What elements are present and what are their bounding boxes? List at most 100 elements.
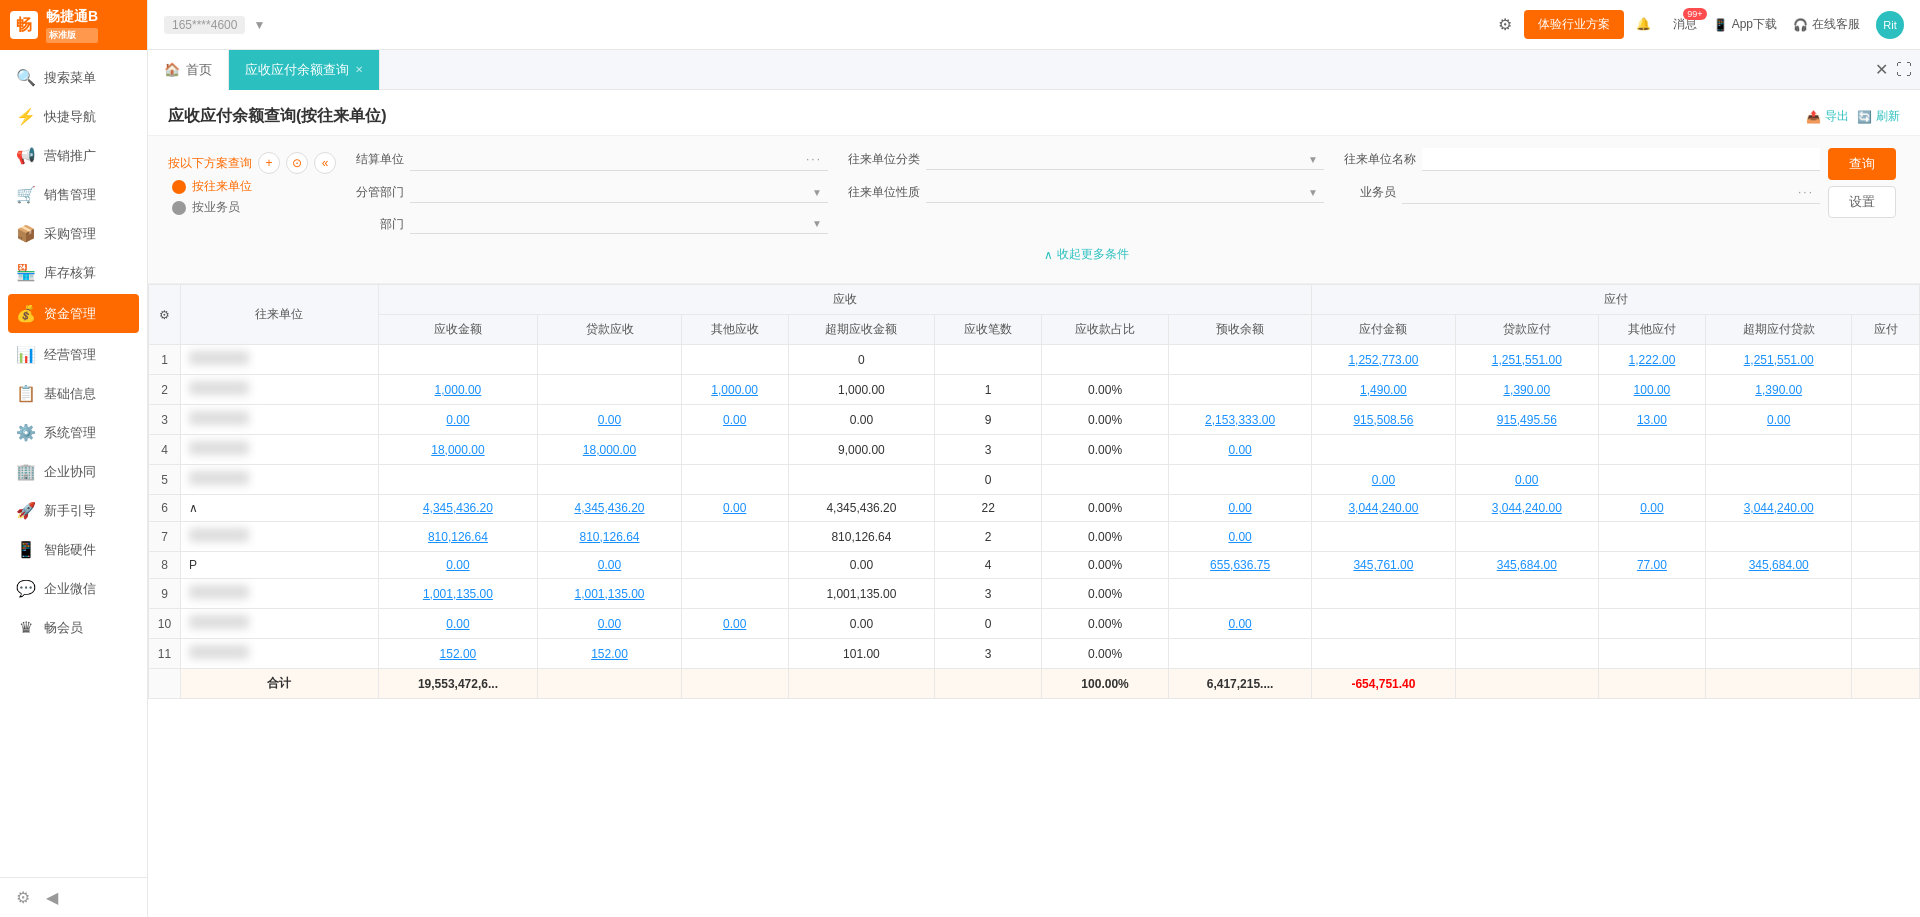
input-jiesuan[interactable]: ··· <box>410 148 828 171</box>
partner-cell: ∧ <box>181 495 379 522</box>
footer-yf-je: -654,751.40 <box>1312 669 1455 699</box>
table-row: 8P0.000.000.0040.00%655,636.75345,761.00… <box>149 552 1920 579</box>
input-bumen[interactable]: ▼ <box>410 214 828 234</box>
avatar[interactable]: Rit <box>1876 11 1904 39</box>
sidebar-item-stock[interactable]: 🏪 库存核算 <box>0 253 147 292</box>
table-row: 100.000.000.000.0000.00%0.00 <box>149 609 1920 639</box>
logo-icon: 畅 <box>10 11 38 39</box>
gear-icon[interactable]: ⚙ <box>1498 15 1512 34</box>
filter-wanglai-name: 往来单位名称 <box>1344 148 1820 171</box>
sidebar-item-collab[interactable]: 🏢 企业协同 <box>0 452 147 491</box>
filter-area: 按以下方案查询 + ⊙ « 按往来单位 按 <box>148 136 1920 284</box>
scheme-option-staff[interactable]: 按业务员 <box>172 199 336 216</box>
sidebar-item-finance[interactable]: 💰 资金管理 <box>8 294 139 333</box>
partner-cell: P <box>181 552 379 579</box>
tab-home[interactable]: 🏠 首页 <box>148 50 229 90</box>
table-settings-icon[interactable]: ⚙ <box>159 308 170 322</box>
collapse-filter-button[interactable]: ∧ 收起更多条件 <box>1044 238 1129 271</box>
input-wanglai-fen[interactable]: ▼ <box>926 150 1324 170</box>
trial-button[interactable]: 体验行业方案 <box>1524 10 1624 39</box>
refresh-icon: 🔄 <box>1857 110 1872 124</box>
top-header: 165****4600 ▼ ⚙ 体验行业方案 🔔 99+ 消息 📱 App下载 … <box>148 0 1920 50</box>
edit-scheme-button[interactable]: ⊙ <box>286 152 308 174</box>
purchase-icon: 📦 <box>16 224 36 243</box>
sidebar-item-guide[interactable]: 🚀 新手引导 <box>0 491 147 530</box>
online-service[interactable]: 🎧 在线客服 <box>1793 16 1860 33</box>
collapse-scheme-button[interactable]: « <box>314 152 336 174</box>
th-cq-yf: 超期应付贷款 <box>1705 315 1852 345</box>
footer-ys-je: 19,553,472,6... <box>378 669 538 699</box>
input-wanglai-xing[interactable]: ▼ <box>926 183 1324 203</box>
collapse-icon[interactable]: ◀ <box>46 888 58 907</box>
filter-wanglai-xing: 往来单位性质 ▼ <box>848 183 1324 203</box>
main-content: 应收应付余额查询(按往来单位) 📤 导出 🔄 刷新 按以下 <box>148 90 1920 917</box>
th-ysyue: 预收余额 <box>1168 315 1311 345</box>
label-bumen: 部门 <box>352 216 404 233</box>
guide-icon: 🚀 <box>16 501 36 520</box>
label-wanglai-xing: 往来单位性质 <box>848 184 920 201</box>
sidebar: 畅 畅捷通B 标准版 🔍 搜索菜单 ⚡ 快捷导航 📢 营销推广 🛒 销售管理 📦… <box>0 0 148 917</box>
partner-cell <box>181 579 379 609</box>
sidebar-item-sales[interactable]: 🛒 销售管理 <box>0 175 147 214</box>
partner-cell <box>181 522 379 552</box>
setting-button[interactable]: 设置 <box>1828 186 1896 218</box>
label-wanglai-fen: 往来单位分类 <box>848 151 920 168</box>
page-container: 应收应付余额查询(按往来单位) 📤 导出 🔄 刷新 按以下 <box>148 90 1920 917</box>
scheme-option-partner[interactable]: 按往来单位 <box>172 178 336 195</box>
sidebar-item-wechat[interactable]: 💬 企业微信 <box>0 569 147 608</box>
sidebar-item-search[interactable]: 🔍 搜索菜单 <box>0 58 147 97</box>
th-ys-zb: 应收款占比 <box>1042 315 1169 345</box>
refresh-button[interactable]: 🔄 刷新 <box>1857 108 1900 125</box>
tab-bar: 🏠 首页 应收应付余额查询 ✕ ✕ ⛶ <box>148 50 1920 90</box>
scheme-dot-inactive <box>172 201 186 215</box>
service-icon: 🎧 <box>1793 18 1808 32</box>
chevron-down-icon[interactable]: ▼ <box>253 18 265 32</box>
wechat-icon: 💬 <box>16 579 36 598</box>
filter-left: 按以下方案查询 + ⊙ « 按往来单位 按 <box>168 148 336 271</box>
label-yewuyuan: 业务员 <box>1344 184 1396 201</box>
query-button[interactable]: 查询 <box>1828 148 1896 180</box>
footer-ysyue: 6,417,215.... <box>1168 669 1311 699</box>
sidebar-item-hardware[interactable]: 📱 智能硬件 <box>0 530 147 569</box>
quick-icon: ⚡ <box>16 107 36 126</box>
hardware-icon: 📱 <box>16 540 36 559</box>
filter-yewuyuan: 业务员 ··· <box>1344 181 1820 204</box>
sidebar-item-basic[interactable]: 📋 基础信息 <box>0 374 147 413</box>
filter-bumen: 部门 ▼ <box>352 214 828 234</box>
sidebar-item-operation[interactable]: 📊 经营管理 <box>0 335 147 374</box>
sidebar-item-member[interactable]: ♛ 畅会员 <box>0 608 147 647</box>
close-window-icon[interactable]: ✕ <box>1875 60 1888 79</box>
table-row: 6∧4,345,436.204,345,436.200.004,345,436.… <box>149 495 1920 522</box>
phone-icon: 📱 <box>1713 18 1728 32</box>
sidebar-item-quick[interactable]: ⚡ 快捷导航 <box>0 97 147 136</box>
tab-receivable[interactable]: 应收应付余额查询 ✕ <box>229 50 380 90</box>
input-yewuyuan[interactable]: ··· <box>1402 181 1820 204</box>
sidebar-item-marketing[interactable]: 📢 营销推广 <box>0 136 147 175</box>
add-scheme-button[interactable]: + <box>258 152 280 174</box>
table-row: 11152.00152.00101.0030.00% <box>149 639 1920 669</box>
input-wanglai-name[interactable] <box>1422 148 1820 171</box>
partner-cell <box>181 435 379 465</box>
sidebar-item-system[interactable]: ⚙️ 系统管理 <box>0 413 147 452</box>
filter-wanglai-fen: 往来单位分类 ▼ <box>848 150 1324 170</box>
settings-icon[interactable]: ⚙ <box>16 888 30 907</box>
th-partner: 往来单位 <box>181 285 379 345</box>
bell-icon: 🔔 <box>1636 17 1651 31</box>
fullscreen-icon[interactable]: ⛶ <box>1896 61 1912 79</box>
tab-close-icon[interactable]: ✕ <box>355 64 363 75</box>
logo-text: 畅捷通B 标准版 <box>46 8 98 43</box>
input-fenguan[interactable]: ▼ <box>410 183 828 203</box>
table-row: 418,000.0018,000.009,000.0030.00%0.00 <box>149 435 1920 465</box>
system-icon: ⚙️ <box>16 423 36 442</box>
export-button[interactable]: 📤 导出 <box>1806 108 1849 125</box>
sales-icon: 🛒 <box>16 185 36 204</box>
stock-icon: 🏪 <box>16 263 36 282</box>
partner-cell <box>181 609 379 639</box>
app-download[interactable]: 📱 App下载 <box>1713 16 1777 33</box>
sidebar-item-purchase[interactable]: 📦 采购管理 <box>0 214 147 253</box>
partner-cell <box>181 345 379 375</box>
page-header-actions: 📤 导出 🔄 刷新 <box>1806 108 1900 125</box>
th-yingshou-group: 应收 <box>378 285 1312 315</box>
notification-bell[interactable]: 🔔 99+ 消息 <box>1636 16 1696 33</box>
th-dk-ys: 贷款应收 <box>538 315 681 345</box>
